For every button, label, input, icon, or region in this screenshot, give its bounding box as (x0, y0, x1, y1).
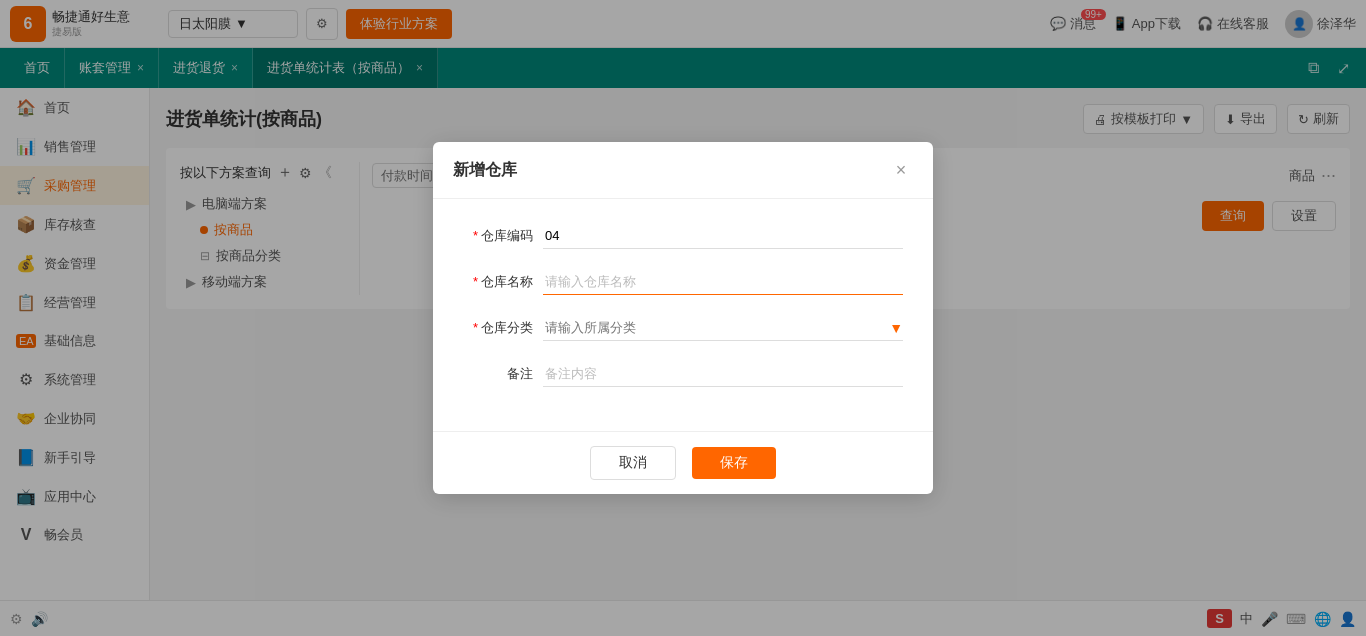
warehouse-name-label: 仓库名称 (463, 273, 533, 291)
warehouse-category-select[interactable]: ▼ (543, 315, 903, 341)
note-input[interactable] (543, 361, 903, 387)
modal-body: 仓库编码 仓库名称 仓库分类 ▼ 备注 (433, 199, 933, 431)
note-row: 备注 (463, 361, 903, 387)
warehouse-category-input[interactable] (543, 315, 889, 340)
note-label: 备注 (463, 365, 533, 383)
modal-header: 新增仓库 × (433, 142, 933, 199)
warehouse-code-input[interactable] (543, 223, 903, 249)
modal-close-button[interactable]: × (889, 158, 913, 182)
modal-overlay[interactable]: 新增仓库 × 仓库编码 仓库名称 仓库分类 ▼ (0, 0, 1366, 636)
warehouse-category-label: 仓库分类 (463, 319, 533, 337)
warehouse-name-input[interactable] (543, 269, 903, 295)
save-button[interactable]: 保存 (692, 447, 776, 479)
warehouse-code-label: 仓库编码 (463, 227, 533, 245)
modal-title: 新增仓库 (453, 160, 517, 181)
modal-footer: 取消 保存 (433, 431, 933, 494)
warehouse-category-row: 仓库分类 ▼ (463, 315, 903, 341)
modal-new-warehouse: 新增仓库 × 仓库编码 仓库名称 仓库分类 ▼ (433, 142, 933, 494)
chevron-down-icon: ▼ (889, 320, 903, 336)
cancel-button[interactable]: 取消 (590, 446, 676, 480)
warehouse-code-row: 仓库编码 (463, 223, 903, 249)
warehouse-name-row: 仓库名称 (463, 269, 903, 295)
